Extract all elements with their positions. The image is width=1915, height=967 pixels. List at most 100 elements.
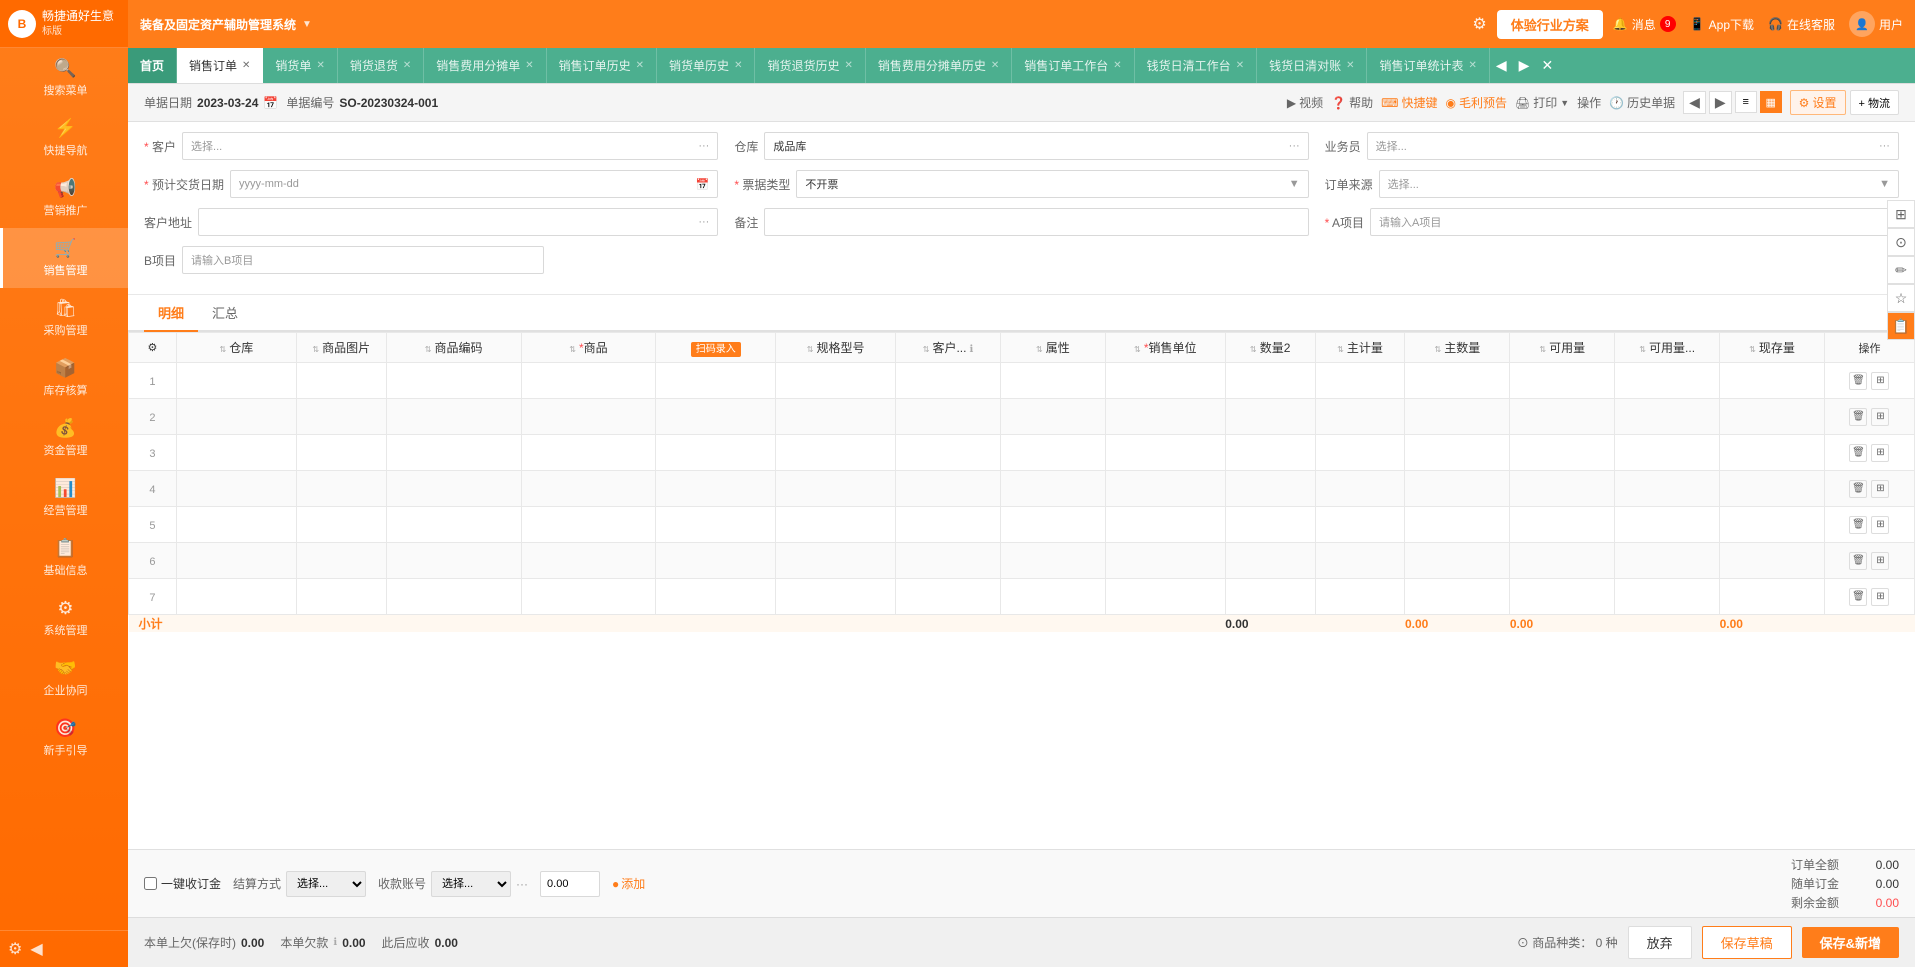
float-btn-2[interactable]: ⊙ [1887, 228, 1915, 256]
row-main-qty-cell[interactable] [1405, 543, 1510, 579]
discard-button[interactable]: 放弃 [1628, 926, 1692, 959]
row-spec-cell[interactable] [776, 399, 896, 435]
salesperson-dots-icon[interactable]: ··· [1879, 140, 1890, 152]
tab-close-icon[interactable]: ✕ [844, 60, 852, 71]
row-customer-cell[interactable] [896, 399, 1001, 435]
tab-sales-stats[interactable]: 销售订单统计表 ✕ [1367, 48, 1489, 83]
row-qty2-cell[interactable] [1225, 579, 1315, 615]
row-copy-icon[interactable]: ⊞ [1871, 552, 1889, 570]
row-main-unit-cell[interactable] [1315, 399, 1405, 435]
row-product-cell[interactable] [521, 579, 656, 615]
row-stock-cell[interactable] [1720, 507, 1825, 543]
sidebar-settings-icon[interactable]: ⚙ [8, 939, 22, 959]
sidebar-item-purchase[interactable]: 🛍 采购管理 [0, 288, 128, 348]
tab-close-icon[interactable]: ✕ [1469, 60, 1477, 71]
list-view-icon[interactable]: ≡ [1735, 91, 1757, 113]
row-product-cell[interactable] [521, 471, 656, 507]
row-spec-cell[interactable] [776, 507, 896, 543]
row-avail-cell[interactable] [1510, 435, 1615, 471]
row-avail2-cell[interactable] [1615, 399, 1720, 435]
row-customer-cell[interactable] [896, 363, 1001, 399]
row-customer-cell[interactable] [896, 507, 1001, 543]
warehouse-dots-icon[interactable]: ··· [1289, 140, 1300, 152]
account-dots-icon[interactable]: ··· [516, 877, 528, 891]
row-avail2-cell[interactable] [1615, 471, 1720, 507]
topbar-settings-icon[interactable]: ⚙ [1472, 14, 1486, 34]
row-avail-cell[interactable] [1510, 543, 1615, 579]
row-qty2-cell[interactable] [1225, 507, 1315, 543]
tab-prev-icon[interactable]: ◀ [1490, 57, 1513, 74]
tab-cost-split[interactable]: 销售费用分摊单 ✕ [424, 48, 546, 83]
row-code-cell[interactable] [386, 543, 521, 579]
row-main-unit-cell[interactable] [1315, 435, 1405, 471]
row-delete-icon[interactable]: 🗑 [1849, 480, 1867, 498]
row-stock-cell[interactable] [1720, 363, 1825, 399]
row-product-cell[interactable] [521, 435, 656, 471]
row-image-cell[interactable] [296, 471, 386, 507]
row-warehouse-cell[interactable] [176, 543, 296, 579]
row-warehouse-cell[interactable] [176, 579, 296, 615]
row-main-qty-cell[interactable] [1405, 471, 1510, 507]
tab-close-icon[interactable]: ✕ [636, 60, 644, 71]
row-spec-cell[interactable] [776, 471, 896, 507]
row-image-cell[interactable] [296, 507, 386, 543]
row-image-cell[interactable] [296, 579, 386, 615]
tab-close-icon[interactable]: ✕ [734, 60, 742, 71]
source-dropdown-icon[interactable]: ▼ [1879, 178, 1890, 190]
row-qty2-cell[interactable] [1225, 363, 1315, 399]
row-attr-cell[interactable] [1000, 363, 1105, 399]
row-copy-icon[interactable]: ⊞ [1871, 444, 1889, 462]
row-avail2-cell[interactable] [1615, 435, 1720, 471]
next-record-icon[interactable]: ▶ [1709, 91, 1732, 114]
row-avail-cell[interactable] [1510, 579, 1615, 615]
user-item[interactable]: 👤 用户 [1849, 11, 1903, 37]
industry-plan-button[interactable]: 体验行业方案 [1497, 10, 1603, 39]
system-dropdown-icon[interactable]: ▼ [302, 19, 312, 30]
row-qty2-cell[interactable] [1225, 471, 1315, 507]
tab-invoice-history[interactable]: 销货单历史 ✕ [657, 48, 755, 83]
row-stock-cell[interactable] [1720, 543, 1825, 579]
payment-method-select[interactable]: 选择... [286, 871, 366, 897]
save-new-button[interactable]: 保存&新增 [1802, 927, 1899, 958]
row-attr-cell[interactable] [1000, 579, 1105, 615]
tab-close-icon[interactable]: ✕ [1113, 60, 1121, 71]
row-product-cell[interactable] [521, 363, 656, 399]
tab-close-icon[interactable]: ✕ [242, 60, 250, 71]
customer-input[interactable]: 选择... ··· [182, 132, 718, 160]
col-scan-header[interactable]: 扫码录入 [656, 333, 776, 363]
row-delete-icon[interactable]: 🗑 [1849, 552, 1867, 570]
view-action[interactable]: ▶ 视频 [1287, 94, 1323, 111]
float-btn-5[interactable]: 📋 [1887, 312, 1915, 340]
row-code-cell[interactable] [386, 399, 521, 435]
row-spec-cell[interactable] [776, 363, 896, 399]
row-avail2-cell[interactable] [1615, 507, 1720, 543]
tab-sales-return[interactable]: 销货退货 ✕ [338, 48, 424, 83]
row-attr-cell[interactable] [1000, 399, 1105, 435]
form-view-icon[interactable]: ▦ [1760, 91, 1782, 113]
sidebar-collapse-icon[interactable]: ◀ [30, 939, 42, 959]
tab-order-workbench[interactable]: 销售订单工作台 ✕ [1012, 48, 1134, 83]
row-unit-cell[interactable] [1105, 471, 1225, 507]
settings-button[interactable]: ⚙ 设置 [1790, 90, 1846, 115]
col-settings-header[interactable]: ⚙ [129, 333, 177, 363]
row-stock-cell[interactable] [1720, 435, 1825, 471]
address-dots-icon[interactable]: ··· [698, 216, 709, 228]
row-warehouse-cell[interactable] [176, 507, 296, 543]
row-main-unit-cell[interactable] [1315, 363, 1405, 399]
prev-record-icon[interactable]: ◀ [1683, 91, 1706, 114]
calendar2-icon[interactable]: 📅 [696, 178, 710, 191]
amount-input[interactable] [540, 871, 600, 897]
sidebar-item-basic[interactable]: 📋 基础信息 [0, 528, 128, 588]
tab-close-icon[interactable]: ✕ [1236, 60, 1244, 71]
row-avail-cell[interactable] [1510, 399, 1615, 435]
row-avail-cell[interactable] [1510, 507, 1615, 543]
print-action[interactable]: 🖨 打印 ▼ [1515, 94, 1569, 111]
save-draft-button[interactable]: 保存草稿 [1702, 926, 1792, 959]
row-attr-cell[interactable] [1000, 543, 1105, 579]
app-download-item[interactable]: 📱 App下载 [1690, 16, 1754, 33]
row-copy-icon[interactable]: ⊞ [1871, 408, 1889, 426]
customer-dots-icon[interactable]: ··· [698, 140, 709, 152]
row-main-unit-cell[interactable] [1315, 507, 1405, 543]
salesperson-input[interactable]: 选择... ··· [1367, 132, 1899, 160]
row-qty2-cell[interactable] [1225, 435, 1315, 471]
